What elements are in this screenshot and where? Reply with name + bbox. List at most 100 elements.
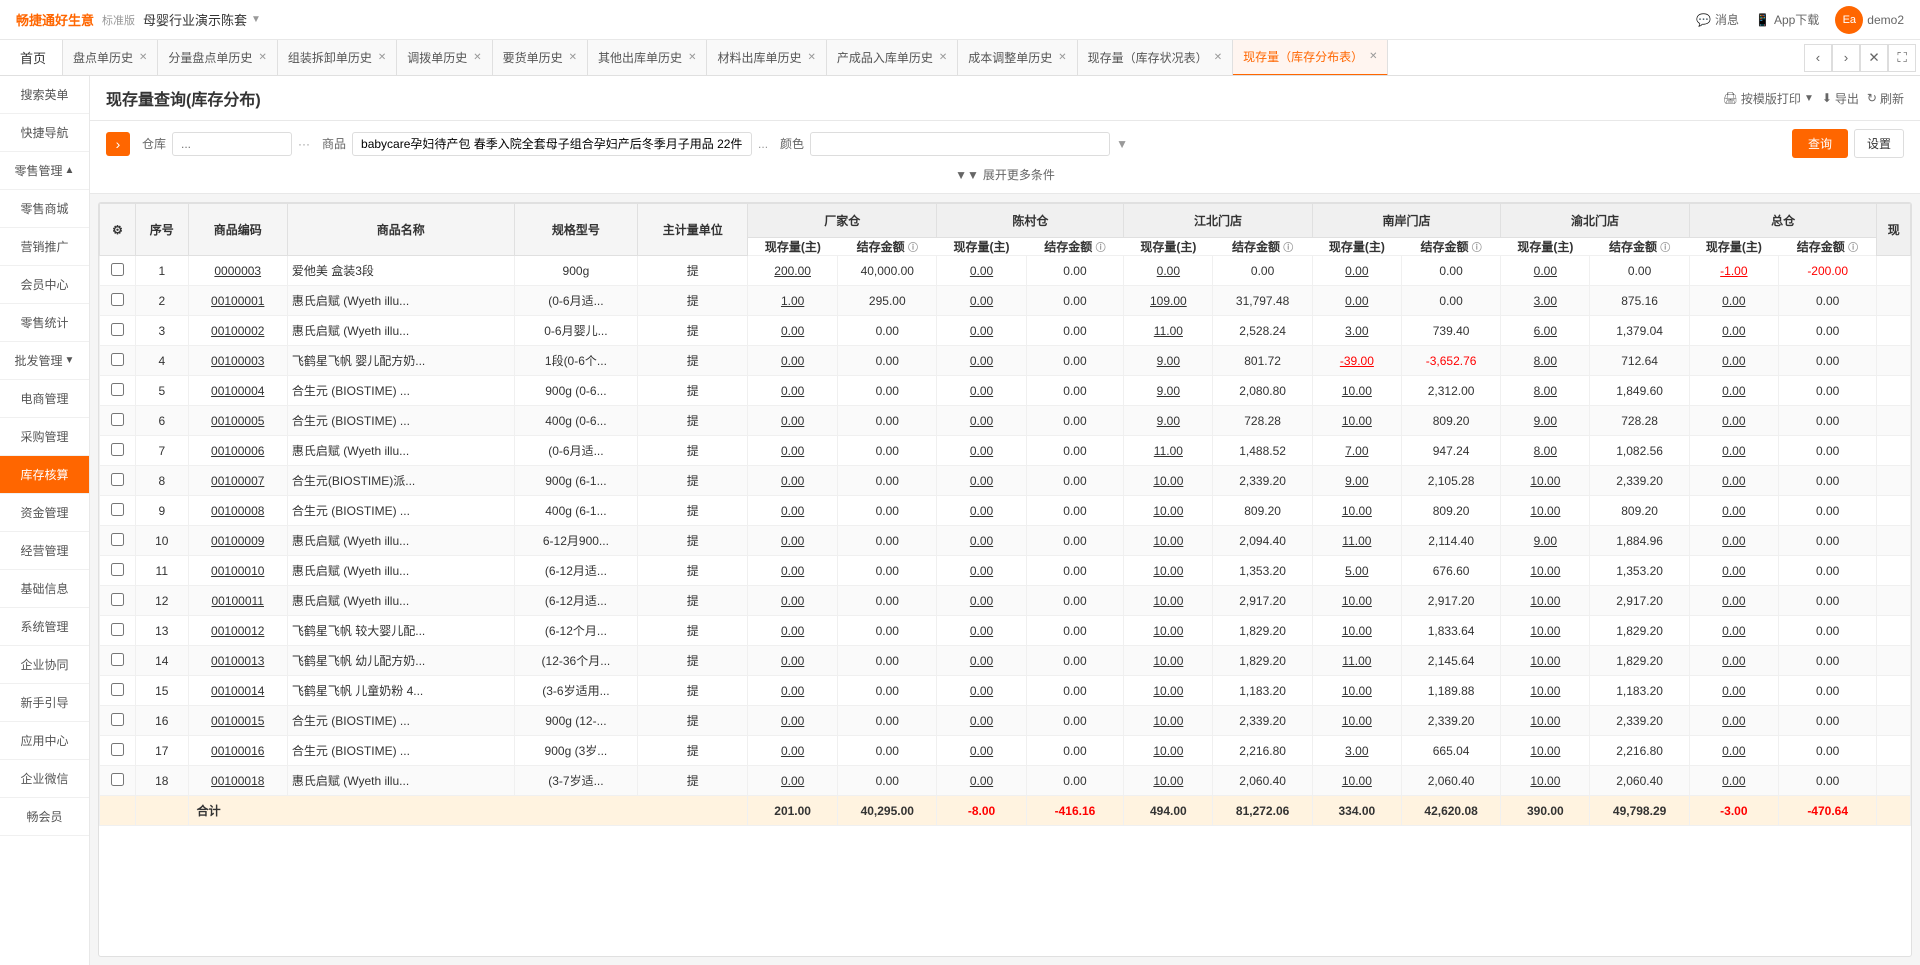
row-checkbox[interactable] bbox=[100, 706, 136, 736]
row-jiangbeiDian-qty[interactable]: 10.00 bbox=[1124, 706, 1213, 736]
row-nananDian-qty[interactable]: 11.00 bbox=[1312, 646, 1401, 676]
row-jiangbeiDian-qty[interactable]: 10.00 bbox=[1124, 676, 1213, 706]
row-nananDian-qty[interactable]: 3.00 bbox=[1312, 316, 1401, 346]
row-changjiaCang-qty[interactable]: 0.00 bbox=[748, 376, 838, 406]
refresh-btn[interactable]: ↻ 刷新 bbox=[1867, 90, 1904, 107]
row-chencunCang-qty[interactable]: 0.00 bbox=[937, 676, 1026, 706]
row-checkbox[interactable] bbox=[100, 496, 136, 526]
row-code[interactable]: 00100012 bbox=[188, 616, 287, 646]
row-jiangbeiDian-qty[interactable]: 9.00 bbox=[1124, 406, 1213, 436]
row-code[interactable]: 00100007 bbox=[188, 466, 287, 496]
row-yubeiDian-qty[interactable]: 10.00 bbox=[1501, 766, 1590, 796]
row-totalCang-qty[interactable]: 0.00 bbox=[1689, 496, 1778, 526]
sidebar-item-enterprise[interactable]: 企业协同 bbox=[0, 646, 89, 684]
row-totalCang-qty[interactable]: 0.00 bbox=[1689, 766, 1778, 796]
row-yubeiDian-qty[interactable]: 8.00 bbox=[1501, 346, 1590, 376]
row-totalCang-qty[interactable]: 0.00 bbox=[1689, 286, 1778, 316]
settings-icon[interactable]: ⚙ bbox=[112, 223, 123, 237]
row-changjiaCang-qty[interactable]: 0.00 bbox=[748, 556, 838, 586]
sidebar-item-finance[interactable]: 资金管理 bbox=[0, 494, 89, 532]
tab-xiancunliang-fenbu[interactable]: 现存量（库存分布表） ✕ bbox=[1233, 40, 1388, 76]
sidebar-item-guide[interactable]: 新手引导 bbox=[0, 684, 89, 722]
row-chencunCang-qty[interactable]: 0.00 bbox=[937, 496, 1026, 526]
row-jiangbeiDian-qty[interactable]: 10.00 bbox=[1124, 616, 1213, 646]
tab-maximize-btn[interactable]: ⛶ bbox=[1888, 44, 1916, 72]
row-yubeiDian-qty[interactable]: 10.00 bbox=[1501, 676, 1590, 706]
row-checkbox[interactable] bbox=[100, 256, 136, 286]
row-yubeiDian-qty[interactable]: 3.00 bbox=[1501, 286, 1590, 316]
sidebar-item-quicknav[interactable]: 快捷导航 bbox=[0, 114, 89, 152]
row-code[interactable]: 00100011 bbox=[188, 586, 287, 616]
row-code[interactable]: 00100016 bbox=[188, 736, 287, 766]
row-jiangbeiDian-qty[interactable]: 10.00 bbox=[1124, 766, 1213, 796]
row-changjiaCang-qty[interactable]: 0.00 bbox=[748, 406, 838, 436]
row-chencunCang-qty[interactable]: 0.00 bbox=[937, 466, 1026, 496]
row-nananDian-qty[interactable]: 5.00 bbox=[1312, 556, 1401, 586]
row-checkbox[interactable] bbox=[100, 766, 136, 796]
tab-xiancunliang-kuangkuang[interactable]: 现存量（库存状况表） ✕ bbox=[1078, 40, 1233, 76]
settings-btn[interactable]: 设置 bbox=[1854, 129, 1904, 158]
row-yubeiDian-qty[interactable]: 10.00 bbox=[1501, 496, 1590, 526]
row-code[interactable]: 00100008 bbox=[188, 496, 287, 526]
row-nananDian-qty[interactable]: 10.00 bbox=[1312, 406, 1401, 436]
row-jiangbeiDian-qty[interactable]: 10.00 bbox=[1124, 526, 1213, 556]
sidebar-item-retail-stat[interactable]: 零售统计 bbox=[0, 304, 89, 342]
filter-collapse-btn[interactable]: › bbox=[106, 132, 130, 156]
row-yubeiDian-qty[interactable]: 8.00 bbox=[1501, 376, 1590, 406]
row-checkbox[interactable] bbox=[100, 286, 136, 316]
color-dropdown-icon[interactable]: ▼ bbox=[1116, 137, 1128, 151]
sidebar-item-basic-info[interactable]: 基础信息 bbox=[0, 570, 89, 608]
row-jiangbeiDian-qty[interactable]: 11.00 bbox=[1124, 436, 1213, 466]
row-code[interactable]: 00100010 bbox=[188, 556, 287, 586]
close-icon[interactable]: ✕ bbox=[688, 52, 696, 63]
row-checkbox[interactable] bbox=[100, 676, 136, 706]
row-checkbox[interactable] bbox=[100, 346, 136, 376]
row-nananDian-qty[interactable]: 10.00 bbox=[1312, 496, 1401, 526]
row-chencunCang-qty[interactable]: 0.00 bbox=[937, 586, 1026, 616]
sidebar-item-operation[interactable]: 经营管理 bbox=[0, 532, 89, 570]
row-totalCang-qty[interactable]: 0.00 bbox=[1689, 346, 1778, 376]
row-checkbox[interactable] bbox=[100, 616, 136, 646]
app-download-btn[interactable]: 📱 App下载 bbox=[1755, 11, 1819, 28]
row-jiangbeiDian-qty[interactable]: 10.00 bbox=[1124, 556, 1213, 586]
row-yubeiDian-qty[interactable]: 10.00 bbox=[1501, 586, 1590, 616]
sidebar-item-inventory[interactable]: 库存核算 bbox=[0, 456, 89, 494]
row-chencunCang-qty[interactable]: 0.00 bbox=[937, 436, 1026, 466]
row-yubeiDian-qty[interactable]: 10.00 bbox=[1501, 736, 1590, 766]
tab-chengpin-ruku[interactable]: 产成品入库单历史 ✕ bbox=[827, 40, 958, 76]
sidebar-item-member[interactable]: 会员中心 bbox=[0, 266, 89, 304]
row-code[interactable]: 00100005 bbox=[188, 406, 287, 436]
row-changjiaCang-qty[interactable]: 0.00 bbox=[748, 616, 838, 646]
row-nananDian-qty[interactable]: 10.00 bbox=[1312, 676, 1401, 706]
row-nananDian-qty[interactable]: -39.00 bbox=[1312, 346, 1401, 376]
row-totalCang-qty[interactable]: 0.00 bbox=[1689, 736, 1778, 766]
close-icon[interactable]: ✕ bbox=[378, 52, 386, 63]
row-changjiaCang-qty[interactable]: 0.00 bbox=[748, 586, 838, 616]
sidebar-item-retail-manage[interactable]: 零售管理▲ bbox=[0, 152, 89, 190]
row-checkbox[interactable] bbox=[100, 526, 136, 556]
row-code[interactable]: 00100014 bbox=[188, 676, 287, 706]
goods-input[interactable] bbox=[352, 132, 752, 156]
row-changjiaCang-qty[interactable]: 0.00 bbox=[748, 496, 838, 526]
row-nananDian-qty[interactable]: 3.00 bbox=[1312, 736, 1401, 766]
row-yubeiDian-qty[interactable]: 8.00 bbox=[1501, 436, 1590, 466]
row-yubeiDian-qty[interactable]: 10.00 bbox=[1501, 556, 1590, 586]
row-yubeiDian-qty[interactable]: 0.00 bbox=[1501, 256, 1590, 286]
row-yubeiDian-qty[interactable]: 9.00 bbox=[1501, 406, 1590, 436]
row-changjiaCang-qty[interactable]: 0.00 bbox=[748, 766, 838, 796]
row-nananDian-qty[interactable]: 10.00 bbox=[1312, 706, 1401, 736]
close-icon[interactable]: ✕ bbox=[258, 52, 266, 63]
row-code[interactable]: 00100001 bbox=[188, 286, 287, 316]
row-changjiaCang-qty[interactable]: 0.00 bbox=[748, 736, 838, 766]
row-changjiaCang-qty[interactable]: 0.00 bbox=[748, 676, 838, 706]
row-chencunCang-qty[interactable]: 0.00 bbox=[937, 646, 1026, 676]
row-yubeiDian-qty[interactable]: 10.00 bbox=[1501, 646, 1590, 676]
row-chencunCang-qty[interactable]: 0.00 bbox=[937, 376, 1026, 406]
tab-diaobo[interactable]: 调拨单历史 ✕ bbox=[397, 40, 492, 76]
row-totalCang-qty[interactable]: -1.00 bbox=[1689, 256, 1778, 286]
close-icon[interactable]: ✕ bbox=[1058, 52, 1066, 63]
row-yubeiDian-qty[interactable]: 6.00 bbox=[1501, 316, 1590, 346]
row-totalCang-qty[interactable]: 0.00 bbox=[1689, 406, 1778, 436]
row-totalCang-qty[interactable]: 0.00 bbox=[1689, 556, 1778, 586]
row-chencunCang-qty[interactable]: 0.00 bbox=[937, 616, 1026, 646]
